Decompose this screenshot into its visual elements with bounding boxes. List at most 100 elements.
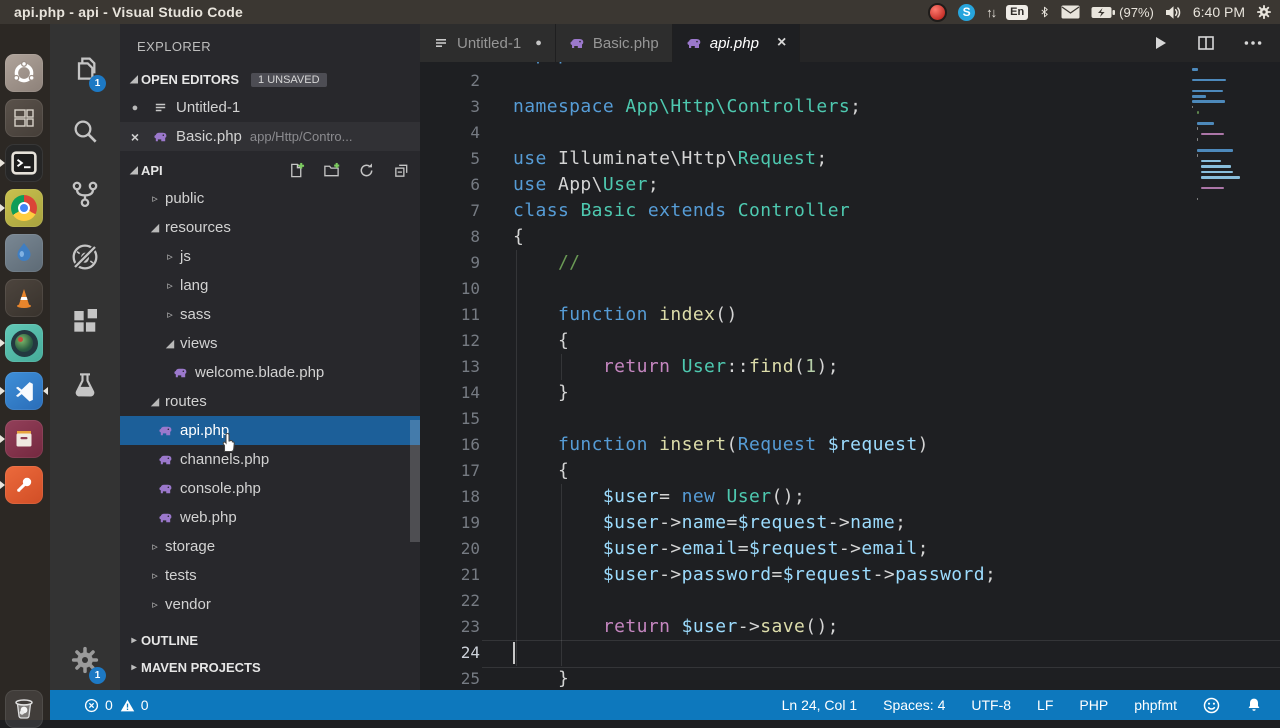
tree-item-public[interactable]: ▹public (120, 184, 420, 213)
code-line[interactable]: } (513, 666, 569, 690)
notifications-bell-icon[interactable] (1246, 697, 1262, 713)
line-number[interactable]: 3 (420, 94, 480, 120)
code-line[interactable]: } (513, 380, 569, 406)
bluetooth-icon[interactable] (1039, 4, 1050, 20)
tree-item-tests[interactable]: ▹tests (120, 561, 420, 590)
line-number[interactable]: 21 (420, 562, 480, 588)
skype-icon[interactable]: S (958, 4, 975, 21)
close-icon[interactable]: × (120, 129, 150, 145)
split-editor-icon[interactable] (1196, 33, 1216, 53)
line-number[interactable]: 7 (420, 198, 480, 224)
tree-item-views[interactable]: ◢views (120, 329, 420, 358)
code-line[interactable]: $user->name=$request->name; (513, 510, 906, 536)
launcher-item-deluge[interactable] (5, 234, 43, 272)
line-number[interactable]: 10 (420, 276, 480, 302)
line-number[interactable]: 9 (420, 250, 480, 276)
code-line[interactable]: { (513, 328, 569, 354)
tree-item-sass[interactable]: ▹sass (120, 300, 420, 329)
network-arrows-icon[interactable]: ↑↓ (986, 5, 995, 20)
open-editors-header[interactable]: ◢OPEN EDITORS1 UNSAVED (120, 66, 420, 93)
code-line[interactable]: function index() (513, 302, 738, 328)
tab-api-php[interactable]: api.php× (673, 24, 801, 62)
mail-icon[interactable] (1061, 5, 1080, 19)
tree-item-storage[interactable]: ▹storage (120, 532, 420, 561)
line-number[interactable]: 14 (420, 380, 480, 406)
activity-search[interactable] (50, 105, 120, 157)
code-line[interactable]: namespace App\Http\Controllers; (513, 94, 861, 120)
tree-item-welcome-blade-php[interactable]: welcome.blade.php (120, 358, 420, 387)
line-number[interactable]: 18 (420, 484, 480, 510)
line-number[interactable]: 22 (420, 588, 480, 614)
line-number[interactable]: 4 (420, 120, 480, 146)
tree-item-resources[interactable]: ◢resources (120, 213, 420, 242)
line-number[interactable]: 19 (420, 510, 480, 536)
code-line[interactable]: return $user->save(); (513, 614, 839, 640)
code-editor[interactable]: 1<?php23namespace App\Http\Controllers;4… (420, 62, 1280, 690)
status-formatter[interactable]: phpfmt (1134, 697, 1177, 713)
line-number[interactable]: 8 (420, 224, 480, 250)
launcher-item-ubuntu-dash[interactable] (5, 54, 43, 92)
open-editor-item[interactable]: ×Basic.phpapp/Http/Contro... (120, 122, 420, 151)
launcher-item-workspace-switcher[interactable] (5, 99, 43, 137)
launcher-item-trash[interactable] (5, 690, 43, 728)
status-cursor-position[interactable]: Ln 24, Col 1 (782, 697, 858, 713)
status-indentation[interactable]: Spaces: 4 (883, 697, 945, 713)
code-line[interactable]: $user->email=$request->email; (513, 536, 929, 562)
folder-section-header[interactable]: ◢API (120, 157, 420, 184)
code-line[interactable]: function insert(Request $request) (513, 432, 929, 458)
tree-item-api-php[interactable]: api.php (120, 416, 420, 445)
activity-source-control[interactable] (50, 168, 120, 220)
tree-item-channels-php[interactable]: channels.php (120, 445, 420, 474)
line-number[interactable]: 17 (420, 458, 480, 484)
section-maven-projects[interactable]: ▸MAVEN PROJECTS (120, 654, 420, 681)
launcher-item-kazam[interactable] (5, 324, 43, 362)
new-folder-icon[interactable] (323, 162, 340, 179)
line-number[interactable]: 25 (420, 666, 480, 690)
status-encoding[interactable]: UTF-8 (971, 697, 1011, 713)
launcher-item-vlc[interactable] (5, 279, 43, 317)
line-number[interactable]: 13 (420, 354, 480, 380)
code-line[interactable]: { (513, 458, 569, 484)
battery-icon[interactable]: (97%) (1091, 5, 1154, 20)
code-line[interactable]: return User::find(1); (513, 354, 839, 380)
launcher-item-postman[interactable] (5, 466, 43, 504)
warnings-count[interactable]: 0 (120, 697, 149, 713)
code-line[interactable]: use App\User; (513, 172, 659, 198)
feedback-smiley-icon[interactable] (1203, 697, 1220, 714)
sidebar-scrollbar[interactable] (410, 420, 420, 542)
refresh-icon[interactable] (358, 162, 375, 179)
more-actions-icon[interactable] (1242, 32, 1264, 54)
tab-Basic-php[interactable]: Basic.php (556, 24, 673, 62)
minimap[interactable] (1192, 66, 1266, 216)
keyboard-layout-badge[interactable]: En (1006, 5, 1028, 20)
launcher-item-terminal[interactable] (5, 144, 43, 182)
session-gear-icon[interactable] (1256, 4, 1272, 20)
run-button[interactable] (1150, 33, 1170, 53)
line-number[interactable]: 23 (420, 614, 480, 640)
code-line[interactable]: // (513, 250, 580, 276)
line-number[interactable]: 2 (420, 68, 480, 94)
activity-explorer[interactable]: 1 (50, 42, 120, 94)
collapse-all-icon[interactable] (393, 162, 410, 179)
launcher-item-vscode[interactable] (5, 372, 43, 410)
code-line[interactable]: $user= new User(); (513, 484, 805, 510)
code-line[interactable]: { (513, 224, 524, 250)
section-outline[interactable]: ▸OUTLINE (120, 627, 420, 654)
errors-count[interactable]: 0 (84, 697, 113, 713)
tree-item-js[interactable]: ▹js (120, 242, 420, 271)
close-icon[interactable]: × (777, 34, 786, 52)
tree-item-routes[interactable]: ◢routes (120, 387, 420, 416)
tree-item-web-php[interactable]: web.php (120, 503, 420, 532)
record-icon[interactable] (928, 3, 947, 22)
code-line[interactable]: class Basic extends Controller (513, 198, 850, 224)
tree-item-vendor[interactable]: ▹vendor (120, 590, 420, 619)
open-editor-item[interactable]: ●Untitled-1 (120, 93, 420, 122)
status-language-mode[interactable]: PHP (1079, 697, 1108, 713)
tree-item-console-php[interactable]: console.php (120, 474, 420, 503)
activity-debug[interactable] (50, 231, 120, 283)
line-number[interactable]: 24 (420, 640, 480, 666)
tab-Untitled-1[interactable]: Untitled-1● (420, 24, 556, 62)
code-line[interactable]: <?php (513, 62, 569, 68)
launcher-item-chrome[interactable] (5, 189, 43, 227)
activity-settings[interactable]: 1 (50, 634, 120, 686)
